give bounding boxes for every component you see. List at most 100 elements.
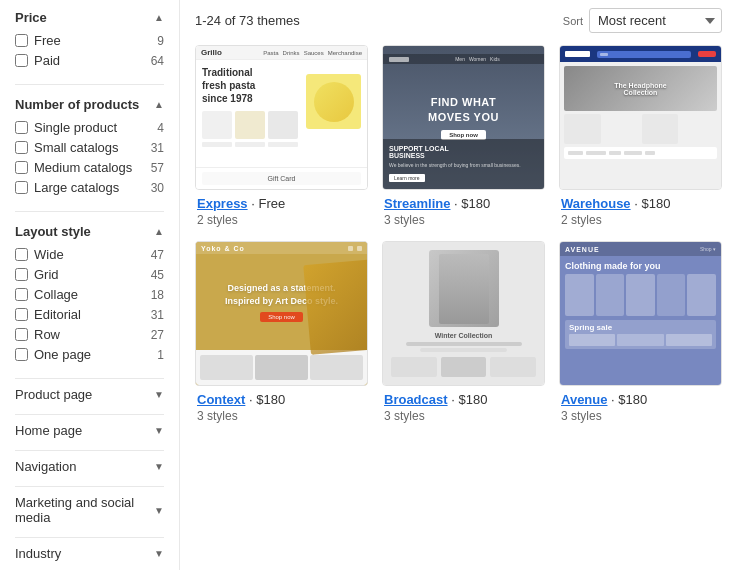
chevron-up-icon-num-products: ▲ — [154, 99, 164, 110]
filter-count-small-catalogs: 31 — [151, 141, 164, 155]
theme-price-warehouse: · $180 — [634, 196, 670, 211]
collapsible-home-page[interactable]: Home page ▼ — [15, 414, 164, 446]
filter-label-wide[interactable]: Wide — [34, 247, 151, 262]
theme-card-avenue[interactable]: AVENUE Shop ▾ Clothing made for you — [559, 241, 722, 423]
theme-thumbnail-express: Grillo Pasta Drinks Sauces Merchandise — [195, 45, 368, 190]
theme-info-warehouse: Warehouse · $180 2 styles — [559, 196, 722, 227]
collapsible-title-industry[interactable]: Industry ▼ — [15, 537, 164, 569]
filter-label-grid[interactable]: Grid — [34, 267, 151, 282]
theme-name-broadcast[interactable]: Broadcast — [384, 392, 448, 407]
checkbox-large-catalogs[interactable] — [15, 181, 28, 194]
theme-name-price-warehouse: Warehouse · $180 — [561, 196, 720, 211]
divider-1 — [15, 84, 164, 85]
checkbox-wide[interactable] — [15, 248, 28, 261]
checkbox-single-product[interactable] — [15, 121, 28, 134]
filter-title-price[interactable]: Price ▲ — [15, 10, 164, 25]
results-count: 1-24 of 73 themes — [195, 13, 300, 28]
checkbox-row[interactable] — [15, 328, 28, 341]
theme-name-price-avenue: Avenue · $180 — [561, 392, 720, 407]
filter-count-paid: 64 — [151, 54, 164, 68]
checkbox-small-catalogs[interactable] — [15, 141, 28, 154]
theme-card-warehouse[interactable]: The HeadphoneCollection — [559, 45, 722, 227]
theme-info-broadcast: Broadcast · $180 3 styles — [382, 392, 545, 423]
theme-price-context: · $180 — [249, 392, 285, 407]
theme-price-express: · Free — [251, 196, 285, 211]
checkbox-editorial[interactable] — [15, 308, 28, 321]
filter-label-large-catalogs[interactable]: Large catalogs — [34, 180, 151, 195]
collapsible-title-marketing[interactable]: Marketing and social media ▼ — [15, 486, 164, 533]
theme-card-context[interactable]: Yoko & Co Designed as a statement.Inspir… — [195, 241, 368, 423]
collapsible-navigation[interactable]: Navigation ▼ — [15, 450, 164, 482]
filter-item-wide: Wide 47 — [15, 247, 164, 262]
filter-item-editorial: Editorial 31 — [15, 307, 164, 322]
theme-name-express[interactable]: Express — [197, 196, 248, 211]
checkbox-one-page[interactable] — [15, 348, 28, 361]
theme-styles-express: 2 styles — [197, 213, 366, 227]
theme-price-streamline: · $180 — [454, 196, 490, 211]
collapsible-industry[interactable]: Industry ▼ — [15, 537, 164, 569]
filter-count-one-page: 1 — [157, 348, 164, 362]
theme-card-express[interactable]: Grillo Pasta Drinks Sauces Merchandise — [195, 45, 368, 227]
filter-label-paid[interactable]: Paid — [34, 53, 151, 68]
filter-label-single[interactable]: Single product — [34, 120, 157, 135]
theme-name-avenue[interactable]: Avenue — [561, 392, 607, 407]
theme-name-warehouse[interactable]: Warehouse — [561, 196, 631, 211]
filter-item-grid: Grid 45 — [15, 267, 164, 282]
checkbox-free[interactable] — [15, 34, 28, 47]
theme-name-context[interactable]: Context — [197, 392, 245, 407]
theme-thumbnail-avenue: AVENUE Shop ▾ Clothing made for you — [559, 241, 722, 386]
filter-title-label-price: Price — [15, 10, 47, 25]
collapsible-product-page[interactable]: Product page ▼ — [15, 378, 164, 410]
themes-grid: Grillo Pasta Drinks Sauces Merchandise — [195, 45, 722, 423]
filter-title-label-layout: Layout style — [15, 224, 91, 239]
filter-item-free: Free 9 — [15, 33, 164, 48]
chevron-down-icon-home-page: ▼ — [154, 425, 164, 436]
theme-info-context: Context · $180 3 styles — [195, 392, 368, 423]
filter-section-price: Price ▲ Free 9 Paid 64 — [15, 10, 164, 68]
theme-name-streamline[interactable]: Streamline — [384, 196, 450, 211]
filter-label-small-catalogs[interactable]: Small catalogs — [34, 140, 151, 155]
page-container: Price ▲ Free 9 Paid 64 Number of product… — [0, 0, 737, 570]
sidebar: Price ▲ Free 9 Paid 64 Number of product… — [0, 0, 180, 570]
filter-title-layout[interactable]: Layout style ▲ — [15, 224, 164, 239]
main-content: 1-24 of 73 themes Sort Most recent Price… — [180, 0, 737, 570]
filter-count-large-catalogs: 30 — [151, 181, 164, 195]
filter-label-editorial[interactable]: Editorial — [34, 307, 151, 322]
filter-label-one-page[interactable]: One page — [34, 347, 157, 362]
checkbox-medium-catalogs[interactable] — [15, 161, 28, 174]
theme-styles-warehouse: 2 styles — [561, 213, 720, 227]
filter-label-medium-catalogs[interactable]: Medium catalogs — [34, 160, 151, 175]
sort-select[interactable]: Most recent Price: low to high Price: hi… — [589, 8, 722, 33]
checkbox-collage[interactable] — [15, 288, 28, 301]
collapsible-marketing[interactable]: Marketing and social media ▼ — [15, 486, 164, 533]
chevron-down-icon-industry: ▼ — [154, 548, 164, 559]
checkbox-grid[interactable] — [15, 268, 28, 281]
collapsible-label-home-page: Home page — [15, 423, 82, 438]
filter-label-collage[interactable]: Collage — [34, 287, 151, 302]
chevron-up-icon-layout: ▲ — [154, 226, 164, 237]
main-header: 1-24 of 73 themes Sort Most recent Price… — [195, 8, 722, 33]
collapsible-label-marketing: Marketing and social media — [15, 495, 154, 525]
filter-label-free[interactable]: Free — [34, 33, 157, 48]
chevron-down-icon-navigation: ▼ — [154, 461, 164, 472]
checkbox-paid[interactable] — [15, 54, 28, 67]
theme-info-streamline: Streamline · $180 3 styles — [382, 196, 545, 227]
filter-item-paid: Paid 64 — [15, 53, 164, 68]
theme-thumbnail-broadcast: Winter Collection — [382, 241, 545, 386]
collapsible-title-product-page[interactable]: Product page ▼ — [15, 378, 164, 410]
collapsible-title-navigation[interactable]: Navigation ▼ — [15, 450, 164, 482]
theme-name-price-context: Context · $180 — [197, 392, 366, 407]
filter-title-num-products[interactable]: Number of products ▲ — [15, 97, 164, 112]
sort-control: Sort Most recent Price: low to high Pric… — [563, 8, 722, 33]
theme-card-streamline[interactable]: FIND WHATMOVES YOU Shop now Men Women Ki… — [382, 45, 545, 227]
theme-card-broadcast[interactable]: Winter Collection Broadcast · $180 — [382, 241, 545, 423]
theme-name-price-express: Express · Free — [197, 196, 366, 211]
filter-label-row[interactable]: Row — [34, 327, 151, 342]
filter-count-grid: 45 — [151, 268, 164, 282]
theme-info-express: Express · Free 2 styles — [195, 196, 368, 227]
theme-thumbnail-context: Yoko & Co Designed as a statement.Inspir… — [195, 241, 368, 386]
collapsible-label-navigation: Navigation — [15, 459, 76, 474]
collapsible-title-home-page[interactable]: Home page ▼ — [15, 414, 164, 446]
chevron-down-icon-product-page: ▼ — [154, 389, 164, 400]
collapsible-label-industry: Industry — [15, 546, 61, 561]
